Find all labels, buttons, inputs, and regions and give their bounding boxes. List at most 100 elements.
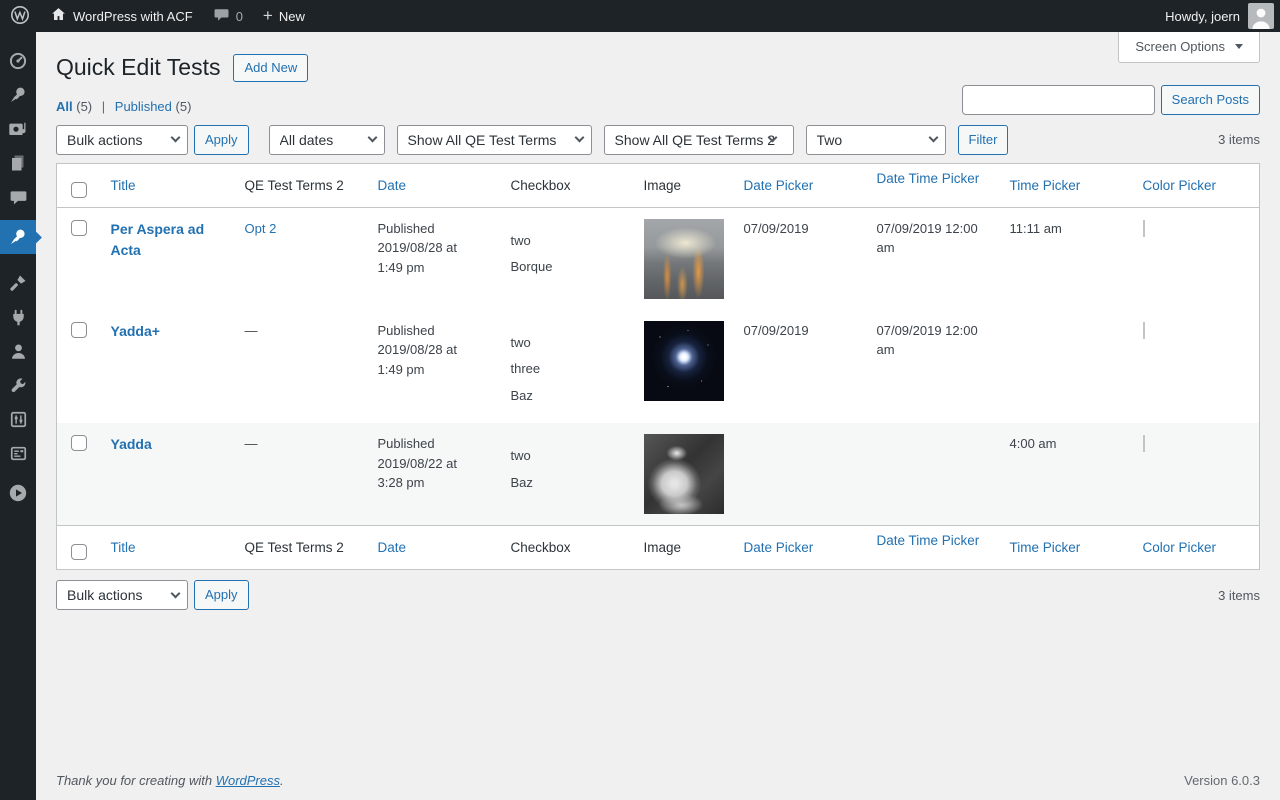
page-title: Quick Edit Tests [56, 54, 221, 80]
checkbox-field-values: two three Baz [510, 334, 541, 403]
sidebar-item-appearance[interactable] [0, 266, 36, 300]
column-header-date: Date [367, 163, 501, 208]
view-published-link[interactable]: Published [115, 99, 172, 114]
admin-sidebar [0, 32, 42, 800]
column-footer-checkbox: Checkbox [500, 525, 634, 570]
sidebar-item-tools[interactable] [0, 368, 36, 402]
sort-date-picker-link[interactable]: Date Picker [744, 178, 814, 193]
chevron-down-icon [367, 132, 377, 143]
term-empty-dash: — [244, 436, 258, 452]
add-new-button[interactable]: Add New [233, 53, 309, 82]
date-picker-value: 07/09/2019 [743, 220, 809, 236]
table-row: Yadda — Published 2019/08/22 at 3:28 pm … [56, 423, 1260, 526]
page-footer: Thank you for creating with WordPress. V… [56, 759, 1260, 800]
sidebar-item-pages[interactable] [0, 146, 36, 180]
avatar[interactable] [1248, 3, 1274, 29]
bulk-actions-select[interactable]: Bulk actions [56, 124, 188, 155]
view-all-link[interactable]: All [56, 99, 73, 114]
form-fields-icon [9, 444, 28, 463]
column-footer-date-time-picker: Date Time Picker [866, 525, 1000, 570]
chevron-down-icon [170, 132, 181, 143]
post-thumbnail-engraving [643, 434, 724, 515]
column-footer-title: Title [100, 525, 235, 570]
sidebar-item-video[interactable] [0, 476, 36, 510]
bulk-actions-select[interactable]: Bulk actions [56, 580, 188, 611]
posts-list-table: Title QE Test Terms 2 Date Checkbox Imag… [56, 162, 1260, 571]
sidebar-separator [0, 254, 36, 266]
comment-bubble-icon [213, 6, 230, 26]
view-published-count: (5) [175, 98, 192, 114]
wordpress-link[interactable]: WordPress [216, 773, 280, 788]
apply-button[interactable]: Apply [194, 580, 249, 611]
user-icon [9, 342, 28, 361]
sort-time-picker-link[interactable]: Time Picker [1010, 178, 1081, 193]
sort-date-link[interactable]: Date [378, 178, 407, 193]
column-header-time-picker: Time Picker [999, 163, 1133, 208]
apply-button[interactable]: Apply [194, 124, 249, 155]
post-thumbnail-city-lights [643, 218, 724, 299]
sidebar-item-posts[interactable] [0, 78, 36, 112]
post-title-link[interactable]: Yadda+ [111, 323, 160, 339]
play-circle-icon [8, 483, 28, 503]
third-filter-select[interactable]: Two [805, 124, 946, 155]
sidebar-item-dashboard[interactable] [0, 44, 36, 78]
site-name-link[interactable]: WordPress with ACF [40, 0, 203, 32]
chevron-down-icon [170, 588, 181, 599]
column-header-title: Title [100, 163, 235, 208]
column-header-color-picker: Color Picker [1132, 163, 1260, 208]
sidebar-item-comments[interactable] [0, 180, 36, 214]
filter-button[interactable]: Filter [957, 124, 1009, 155]
wordpress-logo-menu[interactable] [0, 0, 40, 32]
post-title-link[interactable]: Per Aspera ad Acta [111, 221, 205, 258]
sidebar-item-plugins[interactable] [0, 300, 36, 334]
sort-title-link[interactable]: Title [111, 178, 136, 193]
media-icon [8, 119, 28, 139]
new-label: New [278, 8, 305, 24]
sort-date-time-picker-link[interactable]: Date Time Picker [877, 533, 980, 548]
table-row: Yadda+ — Published 2019/08/28 at 1:49 pm… [57, 310, 1260, 424]
comments-icon [9, 188, 28, 207]
sort-color-picker-link[interactable]: Color Picker [1143, 178, 1217, 193]
column-header-date-picker: Date Picker [733, 163, 867, 208]
column-footer-color-picker: Color Picker [1132, 525, 1260, 570]
sidebar-item-quick-edit-tests[interactable] [0, 220, 42, 254]
items-count: 3 items [1218, 587, 1260, 603]
row-checkbox[interactable] [71, 435, 87, 452]
dashboard-icon [8, 51, 28, 71]
new-content-menu[interactable]: + New [253, 0, 315, 32]
sidebar-item-custom-fields[interactable] [0, 436, 36, 470]
qe-terms-filter-select[interactable]: Show All QE Test Terms [396, 124, 592, 155]
post-title-link[interactable]: Yadda [111, 436, 152, 452]
column-header-image: Image [633, 163, 734, 208]
howdy-account-link[interactable]: Howdy, joern [1165, 9, 1240, 24]
select-all-checkbox[interactable] [71, 181, 87, 198]
post-date: Published 2019/08/28 at 1:49 pm [377, 322, 458, 377]
sliders-icon [9, 410, 28, 429]
sidebar-item-users[interactable] [0, 334, 36, 368]
screen-options-label: Screen Options [1135, 39, 1225, 54]
term-link[interactable]: Opt 2 [245, 221, 277, 236]
select-all-checkbox[interactable] [71, 544, 87, 561]
row-checkbox[interactable] [71, 219, 87, 236]
screen-options-button[interactable]: Screen Options [1118, 32, 1260, 63]
sort-title-link[interactable]: Title [111, 540, 136, 555]
qe-terms2-filter-select[interactable]: Show All QE Test Terms 2 [603, 124, 794, 155]
sidebar-item-media[interactable] [0, 112, 36, 146]
date-time-picker-value: 07/09/2019 12:00 am [876, 322, 978, 358]
admin-bar-right: Howdy, joern [1165, 3, 1280, 29]
checkbox-field-values: two Borque [510, 232, 553, 275]
sort-color-picker-link[interactable]: Color Picker [1143, 540, 1217, 555]
sort-date-time-picker-link[interactable]: Date Time Picker [877, 171, 980, 186]
row-checkbox[interactable] [71, 321, 87, 338]
sort-date-picker-link[interactable]: Date Picker [744, 540, 814, 555]
comments-shortcut[interactable]: 0 [203, 0, 253, 32]
pushpin-active-icon [8, 227, 28, 247]
term-empty-dash: — [244, 322, 258, 338]
column-header-checkbox: Checkbox [500, 163, 634, 208]
date-filter-select[interactable]: All dates [268, 124, 385, 155]
sort-date-link[interactable]: Date [378, 540, 407, 555]
search-posts-button[interactable]: Search Posts [1160, 85, 1260, 115]
search-input[interactable] [961, 85, 1155, 115]
sort-time-picker-link[interactable]: Time Picker [1010, 540, 1081, 555]
sidebar-item-settings[interactable] [0, 402, 36, 436]
